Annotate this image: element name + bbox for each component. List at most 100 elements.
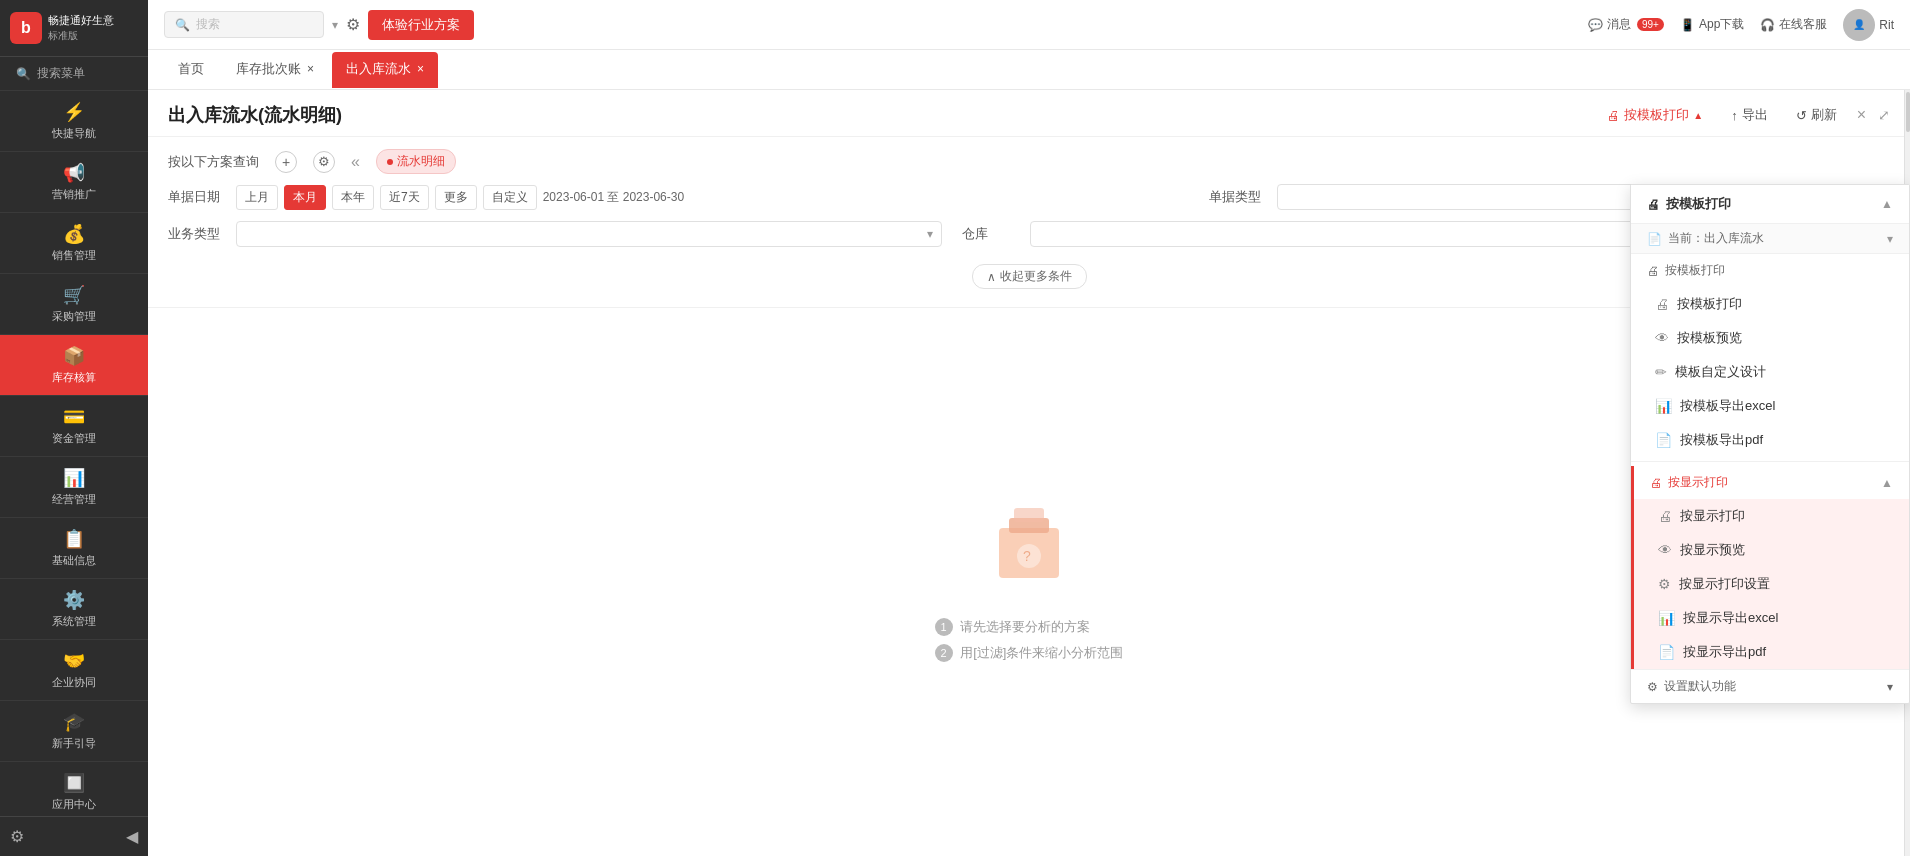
biz-type-label: 业务类型: [168, 225, 228, 243]
topbar-right: 💬 消息 99+ 📱 App下载 🎧 在线客服 👤 Rit: [1588, 9, 1894, 41]
app-center-icon: 🔲: [63, 772, 85, 794]
sidebar-item-enterprise[interactable]: 🤝 企业协同: [0, 640, 148, 701]
filter-add-button[interactable]: +: [275, 151, 297, 173]
trial-button[interactable]: 体验行业方案: [368, 10, 474, 40]
template-print-icon: 🖨: [1647, 264, 1659, 278]
logo-text: 畅捷通好生意 标准版: [48, 13, 114, 42]
current-icon: 📄: [1647, 232, 1662, 246]
sidebar-item-finance[interactable]: 💳 资金管理: [0, 396, 148, 457]
dropdown-divider: [1631, 461, 1909, 462]
settings-bottom-icon[interactable]: ⚙: [10, 827, 24, 846]
set-default-button[interactable]: ⚙ 设置默认功能: [1647, 678, 1736, 695]
sidebar-item-marketing[interactable]: 📢 营销推广: [0, 152, 148, 213]
sidebar: b 畅捷通好生意 标准版 🔍 搜索菜单 ⚡ 快捷导航 📢 营销推广 💰 销售管理…: [0, 0, 148, 856]
refresh-icon: ↺: [1796, 108, 1807, 123]
empty-tips: 1 请先选择要分析的方案 2 用[过滤]条件来缩小分析范围: [935, 614, 1124, 666]
scrollbar-thumb[interactable]: [1906, 92, 1910, 132]
online-service-button[interactable]: 🎧 在线客服: [1760, 16, 1827, 33]
user-profile[interactable]: 👤 Rit: [1843, 9, 1894, 41]
display-print-collapse-icon[interactable]: ▲: [1881, 476, 1893, 490]
sidebar-item-quick-nav[interactable]: ⚡ 快捷导航: [0, 91, 148, 152]
dropdown-collapse-icon[interactable]: ▲: [1881, 197, 1893, 211]
date-btn-last-month[interactable]: 上月: [236, 185, 278, 210]
dp-display-preview-icon: 👁: [1658, 542, 1672, 558]
date-btn-current-month[interactable]: 本月: [284, 185, 326, 210]
sidebar-item-sales[interactable]: 💰 销售管理: [0, 213, 148, 274]
dropdown-item-template-custom[interactable]: ✏ 模板自定义设计: [1631, 355, 1909, 389]
dropdown-item-template-print[interactable]: 🖨 按模板打印: [1631, 287, 1909, 321]
current-template-chevron[interactable]: ▾: [1887, 232, 1893, 246]
logo-area: b 畅捷通好生意 标准版: [0, 0, 148, 57]
dropdown-item-display-preview[interactable]: 👁 按显示预览: [1634, 533, 1909, 567]
dropdown-item-template-export-pdf[interactable]: 📄 按模板导出pdf: [1631, 423, 1909, 457]
display-print-label: 🖨 按显示打印: [1650, 474, 1728, 491]
topbar-search-box[interactable]: 🔍 搜索: [164, 11, 324, 38]
tab-batch-account-close[interactable]: ×: [307, 62, 314, 76]
operations-icon: 📊: [63, 467, 85, 489]
dropdown-item-template-export-excel[interactable]: 📊 按模板导出excel: [1631, 389, 1909, 423]
dropdown-item-display-export-pdf[interactable]: 📄 按显示导出pdf: [1634, 635, 1909, 669]
collapse-sidebar-icon[interactable]: ◀: [126, 827, 138, 846]
user-avatar: 👤: [1843, 9, 1875, 41]
app-download-button[interactable]: 📱 App下载: [1680, 16, 1744, 33]
collapse-more-button[interactable]: ∧ 收起更多条件: [972, 264, 1087, 289]
tab-home[interactable]: 首页: [164, 52, 218, 88]
footer-chevron-down-icon[interactable]: ▾: [1887, 680, 1893, 694]
date-filter: 上月 本月 本年 近7天 更多 自定义 2023-06-01 至 2023-06…: [236, 185, 1189, 210]
export-button[interactable]: ↑ 导出: [1723, 102, 1776, 128]
chevron-up-icon: ∧: [987, 270, 996, 284]
page-title: 出入库流水(流水明细): [168, 103, 342, 127]
print-template-button[interactable]: 🖨 按模板打印 ▲: [1599, 102, 1711, 128]
inventory-icon: 📦: [63, 345, 85, 367]
dp-excel-icon: 📊: [1655, 398, 1672, 414]
quick-nav-icon: ⚡: [63, 101, 85, 123]
sidebar-item-newcomer[interactable]: 🎓 新手引导: [0, 701, 148, 762]
sidebar-item-purchase[interactable]: 🛒 采购管理: [0, 274, 148, 335]
current-template-label: 📄 当前：出入库流水: [1647, 230, 1764, 247]
dropdown-item-display-print[interactable]: 🖨 按显示打印: [1634, 499, 1909, 533]
filter-tag-dot: [387, 159, 393, 165]
date-range-display: 2023-06-01 至 2023-06-30: [543, 189, 684, 206]
dropdown-item-template-preview[interactable]: 👁 按模板预览: [1631, 321, 1909, 355]
refresh-button[interactable]: ↺ 刷新: [1788, 102, 1845, 128]
message-badge: 99+: [1637, 18, 1664, 31]
sidebar-item-operations[interactable]: 📊 经营管理: [0, 457, 148, 518]
dropdown-item-display-export-excel[interactable]: 📊 按显示导出excel: [1634, 601, 1909, 635]
tab-flow-detail[interactable]: 出入库流水 ×: [332, 52, 438, 88]
tab-flow-detail-close[interactable]: ×: [417, 62, 424, 76]
sidebar-item-basic-info[interactable]: 📋 基础信息: [0, 518, 148, 579]
dropdown-footer[interactable]: ⚙ 设置默认功能 ▾: [1631, 669, 1909, 703]
date-btn-custom[interactable]: 自定义: [483, 185, 537, 210]
filter-active-tag[interactable]: 流水明细: [376, 149, 456, 174]
date-btn-current-year[interactable]: 本年: [332, 185, 374, 210]
message-button[interactable]: 💬 消息 99+: [1588, 16, 1664, 33]
display-print-section-header: 🖨 按显示打印 ▲: [1634, 466, 1909, 499]
date-field: 单据日期 上月 本月 本年 近7天 更多 自定义 2023-06-01 至 20…: [168, 185, 1189, 210]
biz-type-field: 业务类型 ▾: [168, 221, 942, 247]
filter-collapse-button[interactable]: «: [351, 153, 360, 171]
biz-type-select[interactable]: ▾: [236, 221, 942, 247]
newcomer-icon: 🎓: [63, 711, 85, 733]
page-header-actions: 🖨 按模板打印 ▲ ↑ 导出 ↺ 刷新 × ⤢: [1599, 102, 1890, 128]
filter-setting-button[interactable]: ⚙: [313, 151, 335, 173]
tab-batch-account[interactable]: 库存批次账 ×: [222, 52, 328, 88]
page-expand-icon[interactable]: ⤢: [1878, 107, 1890, 123]
sidebar-item-app-center[interactable]: 🔲 应用中心: [0, 762, 148, 816]
dropdown-item-display-print-settings[interactable]: ⚙ 按显示打印设置: [1634, 567, 1909, 601]
marketing-icon: 📢: [63, 162, 85, 184]
page-close-icon[interactable]: ×: [1857, 106, 1866, 124]
topbar-left: 🔍 搜索 ▾ ⚙ 体验行业方案: [164, 10, 474, 40]
date-btn-last-7days[interactable]: 近7天: [380, 185, 429, 210]
sidebar-item-system[interactable]: ⚙️ 系统管理: [0, 579, 148, 640]
doc-type-label: 单据类型: [1209, 188, 1269, 206]
template-print-label: 🖨 按模板打印: [1647, 262, 1725, 279]
sidebar-search[interactable]: 🔍 搜索菜单: [0, 57, 148, 91]
template-print-section-header: 🖨 按模板打印: [1631, 254, 1909, 287]
print-chevron-up-icon: ▲: [1693, 110, 1703, 121]
enterprise-icon: 🤝: [63, 650, 85, 672]
topbar-gear-icon[interactable]: ⚙: [346, 15, 360, 34]
topbar-chevron-icon[interactable]: ▾: [332, 18, 338, 32]
date-btn-more[interactable]: 更多: [435, 185, 477, 210]
sidebar-item-inventory[interactable]: 📦 库存核算: [0, 335, 148, 396]
message-icon: 💬: [1588, 18, 1603, 32]
